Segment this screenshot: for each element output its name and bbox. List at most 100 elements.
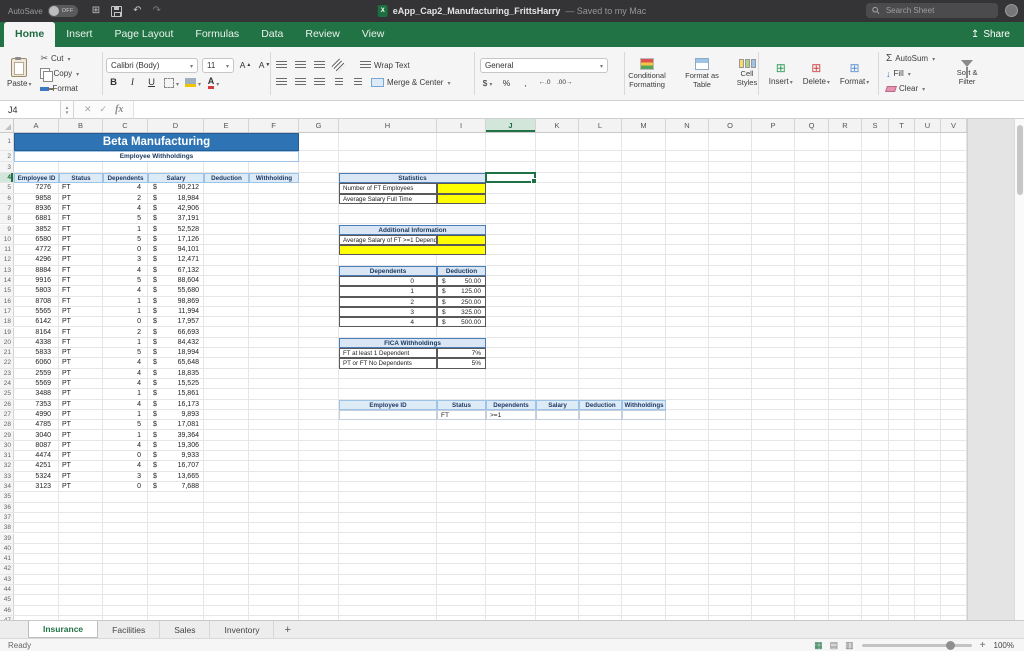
decrease-decimal-button[interactable]: .00→: [556, 76, 574, 90]
redo-icon[interactable]: [152, 6, 160, 16]
fica-label-2[interactable]: PT or FT No Dependents: [339, 358, 437, 369]
query-header-J26[interactable]: Dependents: [486, 399, 536, 410]
row-header-32[interactable]: 32: [0, 461, 14, 471]
select-all-corner[interactable]: [0, 119, 14, 132]
deduction-value-3[interactable]: $325.00: [437, 306, 486, 318]
employee-header-E4[interactable]: Deduction: [204, 173, 249, 184]
dependents-value-1[interactable]: 1: [339, 286, 437, 297]
cell-C24[interactable]: 4: [103, 379, 148, 389]
criteria-cell-I27[interactable]: FT: [437, 409, 486, 421]
row-header-22[interactable]: 22: [0, 358, 14, 368]
cell-D10[interactable]: $17,126: [148, 235, 204, 245]
query-header-I26[interactable]: Status: [437, 399, 486, 410]
bold-button[interactable]: B: [106, 76, 121, 90]
query-header-M26[interactable]: Withholdings: [622, 399, 666, 410]
name-box[interactable]: J4: [0, 101, 61, 118]
font-name-select[interactable]: Calibri (Body): [106, 57, 198, 73]
cell-B29[interactable]: PT: [59, 431, 103, 441]
cell-C11[interactable]: 0: [103, 245, 148, 255]
font-size-select[interactable]: 11: [202, 57, 234, 73]
ribbon-tab-review[interactable]: Review: [294, 22, 350, 47]
statistics-value-1[interactable]: [437, 183, 486, 194]
additional-info-header[interactable]: Additional Information: [339, 224, 486, 235]
cell-C33[interactable]: 3: [103, 472, 148, 482]
cell-D24[interactable]: $15,525: [148, 379, 204, 389]
cell-B10[interactable]: PT: [59, 235, 103, 245]
row-header-17[interactable]: 17: [0, 306, 14, 317]
col-header-F[interactable]: F: [249, 119, 299, 132]
dependents-value-2[interactable]: 2: [339, 296, 437, 307]
cell-B7[interactable]: FT: [59, 204, 103, 214]
ribbon-tab-insert[interactable]: Insert: [55, 22, 103, 47]
format-cells-button[interactable]: Format: [837, 59, 872, 89]
cell-A14[interactable]: 9916: [14, 276, 59, 286]
criteria-cell-K27[interactable]: [536, 409, 579, 421]
row-header-18[interactable]: 18: [0, 317, 14, 327]
cell-A23[interactable]: 2559: [14, 369, 59, 379]
name-box-stepper[interactable]: ▲ ▼: [61, 101, 74, 118]
search-box[interactable]: [866, 3, 998, 18]
cell-D32[interactable]: $16,707: [148, 461, 204, 471]
merge-center-button[interactable]: Merge & Center: [369, 76, 452, 89]
cell-D26[interactable]: $16,173: [148, 400, 204, 410]
col-header-L[interactable]: L: [579, 119, 622, 132]
cell-C10[interactable]: 5: [103, 235, 148, 245]
col-header-U[interactable]: U: [915, 119, 941, 132]
row-header-34[interactable]: 34: [0, 482, 14, 492]
conditional-formatting-button[interactable]: Conditional Formatting: [619, 56, 675, 91]
cell-A30[interactable]: 8087: [14, 441, 59, 451]
row-header-43[interactable]: 43: [0, 574, 14, 584]
employee-header-A4[interactable]: Employee ID: [14, 173, 59, 184]
align-right-button[interactable]: [312, 75, 327, 89]
cell-C12[interactable]: 3: [103, 255, 148, 265]
col-header-H[interactable]: H: [339, 119, 437, 132]
cell-D18[interactable]: $17,957: [148, 317, 204, 327]
cell-A24[interactable]: 5569: [14, 379, 59, 389]
employee-header-D4[interactable]: Salary: [148, 173, 204, 184]
additional-info-value-2[interactable]: [339, 245, 486, 256]
employee-header-F4[interactable]: Withholding: [249, 173, 299, 184]
cell-B16[interactable]: FT: [59, 297, 103, 307]
cell-A29[interactable]: 3040: [14, 431, 59, 441]
align-top-button[interactable]: [274, 58, 289, 72]
col-header-V[interactable]: V: [941, 119, 967, 132]
page-break-view-icon[interactable]: [845, 640, 854, 651]
autosave-toggle[interactable]: OFF: [47, 5, 78, 17]
cell-D15[interactable]: $55,680: [148, 286, 204, 296]
cell-C14[interactable]: 5: [103, 276, 148, 286]
col-header-Q[interactable]: Q: [795, 119, 829, 132]
fill-button[interactable]: Fill: [884, 67, 937, 80]
cell-D8[interactable]: $37,191: [148, 214, 204, 224]
font-color-button[interactable]: A: [206, 76, 221, 90]
cell-A13[interactable]: 8884: [14, 266, 59, 276]
fill-color-button[interactable]: [184, 76, 202, 90]
cell-C25[interactable]: 1: [103, 389, 148, 399]
cell-A10[interactable]: 6580: [14, 235, 59, 245]
number-format-select[interactable]: General: [480, 57, 608, 73]
search-input[interactable]: [883, 5, 992, 16]
cell-D6[interactable]: $18,984: [148, 194, 204, 204]
fica-header[interactable]: FICA Withholdings: [339, 337, 486, 349]
cell-D25[interactable]: $15,861: [148, 389, 204, 399]
sheet-tab-facilities[interactable]: Facilities: [98, 621, 161, 638]
cell-B24[interactable]: PT: [59, 379, 103, 389]
cell-C13[interactable]: 4: [103, 266, 148, 276]
cell-C27[interactable]: 1: [103, 410, 148, 420]
cell-D27[interactable]: $9,893: [148, 410, 204, 420]
row-header-16[interactable]: 16: [0, 296, 14, 306]
cell-B9[interactable]: FT: [59, 225, 103, 235]
insert-cells-button[interactable]: Insert: [766, 59, 796, 89]
cell-D34[interactable]: $7,688: [148, 482, 204, 492]
cell-A31[interactable]: 4474: [14, 451, 59, 461]
percent-style-button[interactable]: %: [499, 76, 514, 90]
row-header-1[interactable]: 1: [0, 133, 14, 150]
cell-D23[interactable]: $18,835: [148, 369, 204, 379]
row-header-31[interactable]: 31: [0, 451, 14, 461]
col-header-J[interactable]: J: [486, 119, 536, 132]
row-header-30[interactable]: 30: [0, 440, 14, 451]
deduction-col-header[interactable]: Deduction: [437, 265, 486, 276]
save-icon[interactable]: [111, 5, 123, 17]
criteria-cell-H27[interactable]: [339, 409, 437, 421]
ribbon-tab-view[interactable]: View: [351, 22, 396, 47]
row-header-26[interactable]: 26: [0, 399, 14, 409]
